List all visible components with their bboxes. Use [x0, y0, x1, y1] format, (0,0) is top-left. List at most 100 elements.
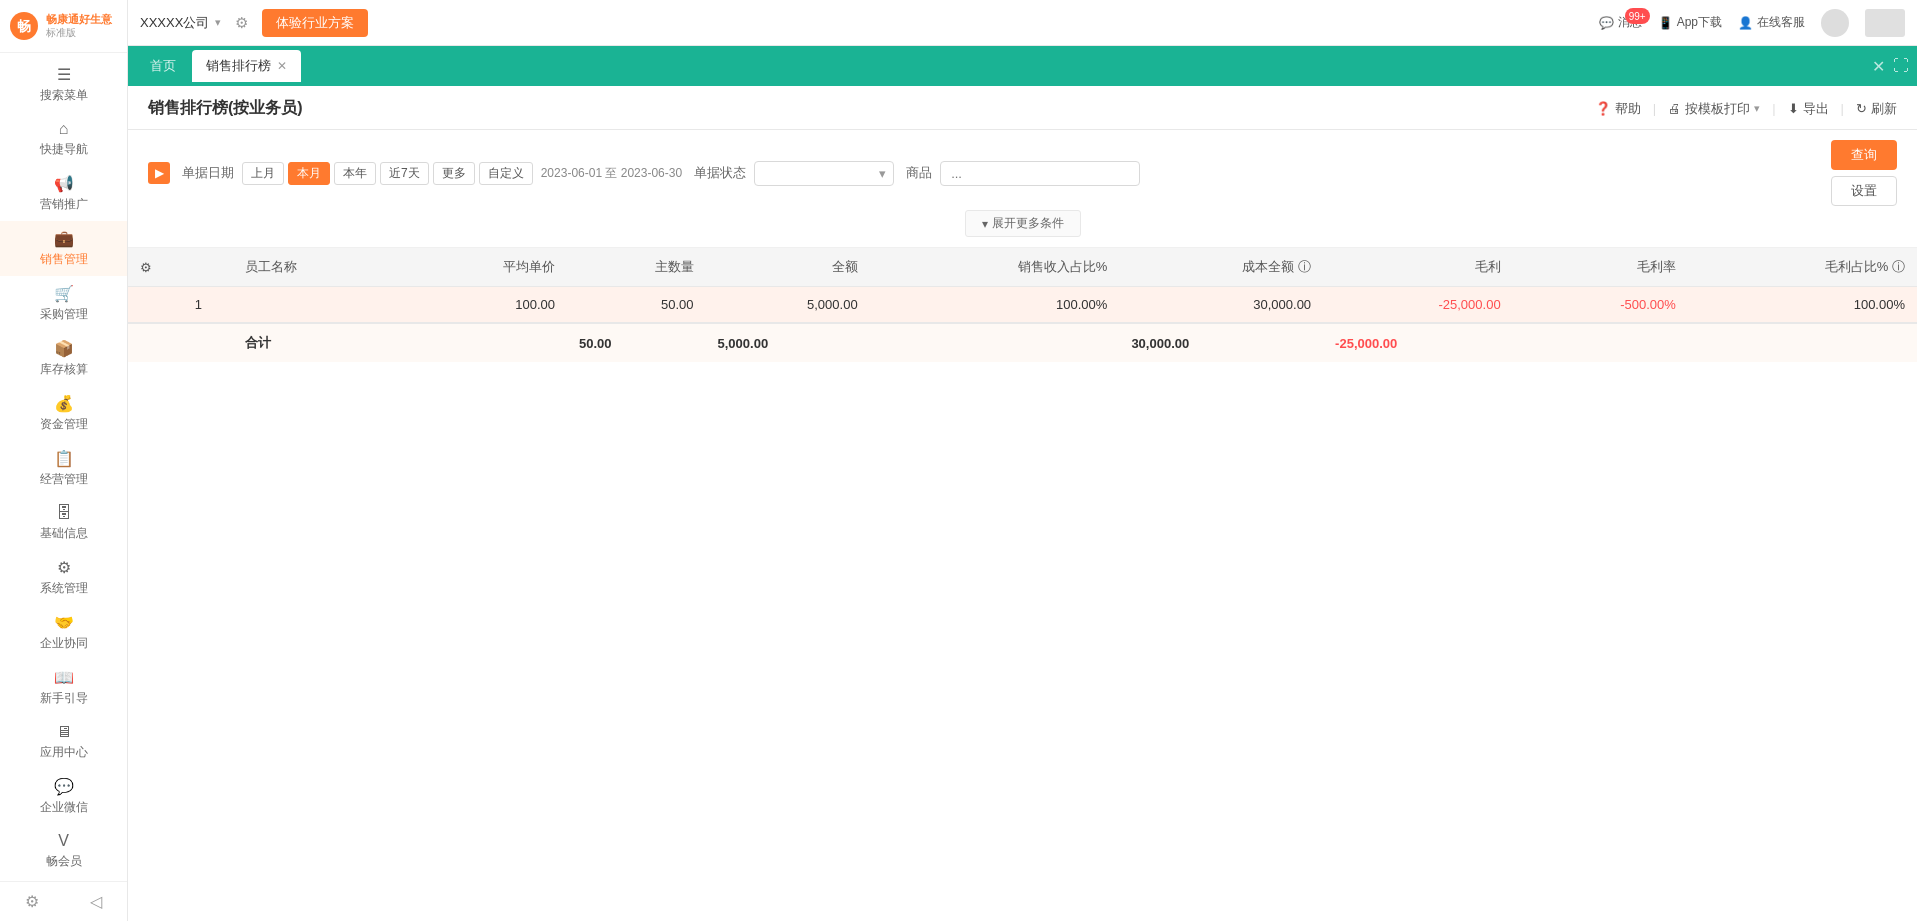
sidebar-icon-4: 🛒 [54, 284, 74, 303]
print-label: 按模板打印 [1685, 100, 1750, 118]
sidebar-collapse-btn[interactable]: ◁ [90, 892, 102, 911]
sidebar-item-5[interactable]: 📦 库存核算 [0, 331, 127, 386]
footer-settings [128, 323, 164, 362]
footer-gross: -25,000.00 [1323, 323, 1513, 362]
more-date-btn[interactable]: 更多 [433, 162, 475, 185]
refresh-label: 刷新 [1871, 100, 1897, 118]
svg-text:畅: 畅 [17, 18, 31, 34]
tab-restore-icon[interactable]: ⛶ [1893, 57, 1909, 75]
tab-sales-rank-label: 销售排行榜 [206, 57, 271, 75]
sidebar-item-1[interactable]: ⌂ 快捷导航 [0, 112, 127, 166]
app-download-action[interactable]: 📱 App下载 [1658, 14, 1722, 31]
sidebar-label-12: 应用中心 [40, 744, 88, 761]
page-actions: ❓ 帮助 | 🖨 按模板打印 ▾ | ⬇ 导出 | [1595, 100, 1897, 118]
help-btn[interactable]: ❓ 帮助 [1595, 100, 1641, 118]
footer-cost: 30,000.00 [1119, 323, 1323, 362]
sidebar-icon-0: ☰ [57, 65, 71, 84]
col-sales-pct: 销售收入占比% [870, 248, 1120, 287]
company-name: XXXXX公司 [140, 14, 209, 32]
sidebar-label-7: 经营管理 [40, 471, 88, 488]
cell-avg_price: 100.00 [400, 287, 567, 324]
date-filter-group: 单据日期 上月 本月 本年 近7天 更多 自定义 2023-06-01 至 20… [182, 162, 682, 185]
sidebar-item-9[interactable]: ⚙ 系统管理 [0, 550, 127, 605]
sidebar-label-5: 库存核算 [40, 361, 88, 378]
cell-settings [128, 287, 164, 324]
footer-sales-pct [870, 323, 1120, 362]
sidebar-item-13[interactable]: 💬 企业微信 [0, 769, 127, 824]
this-month-btn[interactable]: 本月 [288, 162, 330, 185]
print-btn[interactable]: 🖨 按模板打印 ▾ [1668, 100, 1760, 118]
trial-button[interactable]: 体验行业方案 [262, 9, 368, 37]
last-month-btn[interactable]: 上月 [242, 162, 284, 185]
export-btn[interactable]: ⬇ 导出 [1788, 100, 1829, 118]
table-body: 1100.0050.005,000.00100.00%30,000.00-25,… [128, 287, 1917, 324]
sidebar-item-8[interactable]: 🗄 基础信息 [0, 496, 127, 550]
footer-amount: 5,000.00 [706, 323, 870, 362]
sidebar-item-14[interactable]: V 畅会员 [0, 824, 127, 878]
sidebar-label-13: 企业微信 [40, 799, 88, 816]
status-select[interactable] [754, 161, 894, 186]
sidebar-icon-10: 🤝 [54, 613, 74, 632]
refresh-btn[interactable]: ↻ 刷新 [1856, 100, 1897, 118]
divider-3: | [1841, 101, 1844, 116]
online-service-action[interactable]: 👤 在线客服 [1738, 14, 1805, 31]
date-range-display: 2023-06-01 至 2023-06-30 [541, 165, 682, 182]
sidebar-icon-8: 🗄 [56, 504, 72, 522]
top-bar: XXXXX公司 ▾ ⚙ 体验行业方案 💬 消息 99+ 📱 App下载 👤 在线… [128, 0, 1917, 46]
sidebar-item-0[interactable]: ☰ 搜索菜单 [0, 57, 127, 112]
sidebar-item-7[interactable]: 📋 经营管理 [0, 441, 127, 496]
tab-close-icon[interactable]: ✕ [277, 59, 287, 73]
sidebar-item-3[interactable]: 💼 销售管理 [0, 221, 127, 276]
page-title-row: 销售排行榜(按业务员) ❓ 帮助 | 🖨 按模板打印 ▾ | ⬇ [148, 98, 1897, 129]
sidebar-label-10: 企业协同 [40, 635, 88, 652]
sidebar-icon-2: 📢 [54, 174, 74, 193]
sidebar-nav: ☰ 搜索菜单⌂ 快捷导航📢 营销推广💼 销售管理🛒 采购管理📦 库存核算💰 资金… [0, 53, 127, 881]
tab-close-window-icon[interactable]: ✕ [1872, 57, 1885, 76]
sidebar-item-10[interactable]: 🤝 企业协同 [0, 605, 127, 660]
sidebar-item-4[interactable]: 🛒 采购管理 [0, 276, 127, 331]
col-gross-pct: 毛利占比% ⓘ [1688, 248, 1917, 287]
this-year-btn[interactable]: 本年 [334, 162, 376, 185]
cell-rank: 1 [164, 287, 233, 324]
filter-toggle-btn[interactable]: ▶ [148, 162, 170, 184]
query-button[interactable]: 查询 [1831, 140, 1897, 170]
logo-sub: 标准版 [46, 26, 112, 40]
message-icon: 💬 [1599, 16, 1614, 30]
col-rank [164, 248, 233, 287]
set-button[interactable]: 设置 [1831, 176, 1897, 206]
data-table: ⚙ 员工名称 平均单价 主数量 全额 销售收入占比% 成本全额 ⓘ 毛利 毛利率… [128, 248, 1917, 362]
expand-conditions-btn[interactable]: ▾ 展开更多条件 [965, 210, 1081, 237]
footer-qty: 50.00 [567, 323, 706, 362]
expand-row: ▾ 展开更多条件 [148, 206, 1897, 237]
avatar[interactable] [1821, 9, 1849, 37]
sidebar-settings-btn[interactable]: ⚙ [25, 892, 39, 911]
help-label: 帮助 [1615, 100, 1641, 118]
filter-row-1: ▶ 单据日期 上月 本月 本年 近7天 更多 自定义 2023-06-01 至 … [148, 140, 1897, 206]
tab-home-label: 首页 [150, 57, 176, 75]
col-qty: 主数量 [567, 248, 706, 287]
main-content: XXXXX公司 ▾ ⚙ 体验行业方案 💬 消息 99+ 📱 App下载 👤 在线… [128, 0, 1917, 921]
tab-home[interactable]: 首页 [136, 50, 190, 82]
cell-cost: 30,000.00 [1119, 287, 1323, 324]
goods-input[interactable] [940, 161, 1140, 186]
cell-qty: 50.00 [567, 287, 706, 324]
custom-date-btn[interactable]: 自定义 [479, 162, 533, 185]
goods-filter-group: 商品 [906, 161, 1140, 186]
tab-sales-rank[interactable]: 销售排行榜 ✕ [192, 50, 301, 82]
cell-name [233, 287, 400, 324]
last-7-days-btn[interactable]: 近7天 [380, 162, 429, 185]
sidebar-item-11[interactable]: 📖 新手引导 [0, 660, 127, 715]
sidebar-item-2[interactable]: 📢 营销推广 [0, 166, 127, 221]
message-action[interactable]: 💬 消息 99+ [1599, 14, 1642, 31]
sidebar-label-4: 采购管理 [40, 306, 88, 323]
logo: 畅 畅康通好生意 标准版 [0, 0, 127, 53]
sidebar-icon-14: V [58, 832, 69, 850]
sidebar-item-12[interactable]: 🖥 应用中心 [0, 715, 127, 769]
sidebar-icon-13: 💬 [54, 777, 74, 796]
sidebar-icon-3: 💼 [54, 229, 74, 248]
sidebar-item-6[interactable]: 💰 资金管理 [0, 386, 127, 441]
col-gross-rate: 毛利率 [1513, 248, 1688, 287]
cell-amount: 5,000.00 [706, 287, 870, 324]
company-selector[interactable]: XXXXX公司 ▾ [140, 14, 221, 32]
settings-icon[interactable]: ⚙ [235, 14, 248, 32]
